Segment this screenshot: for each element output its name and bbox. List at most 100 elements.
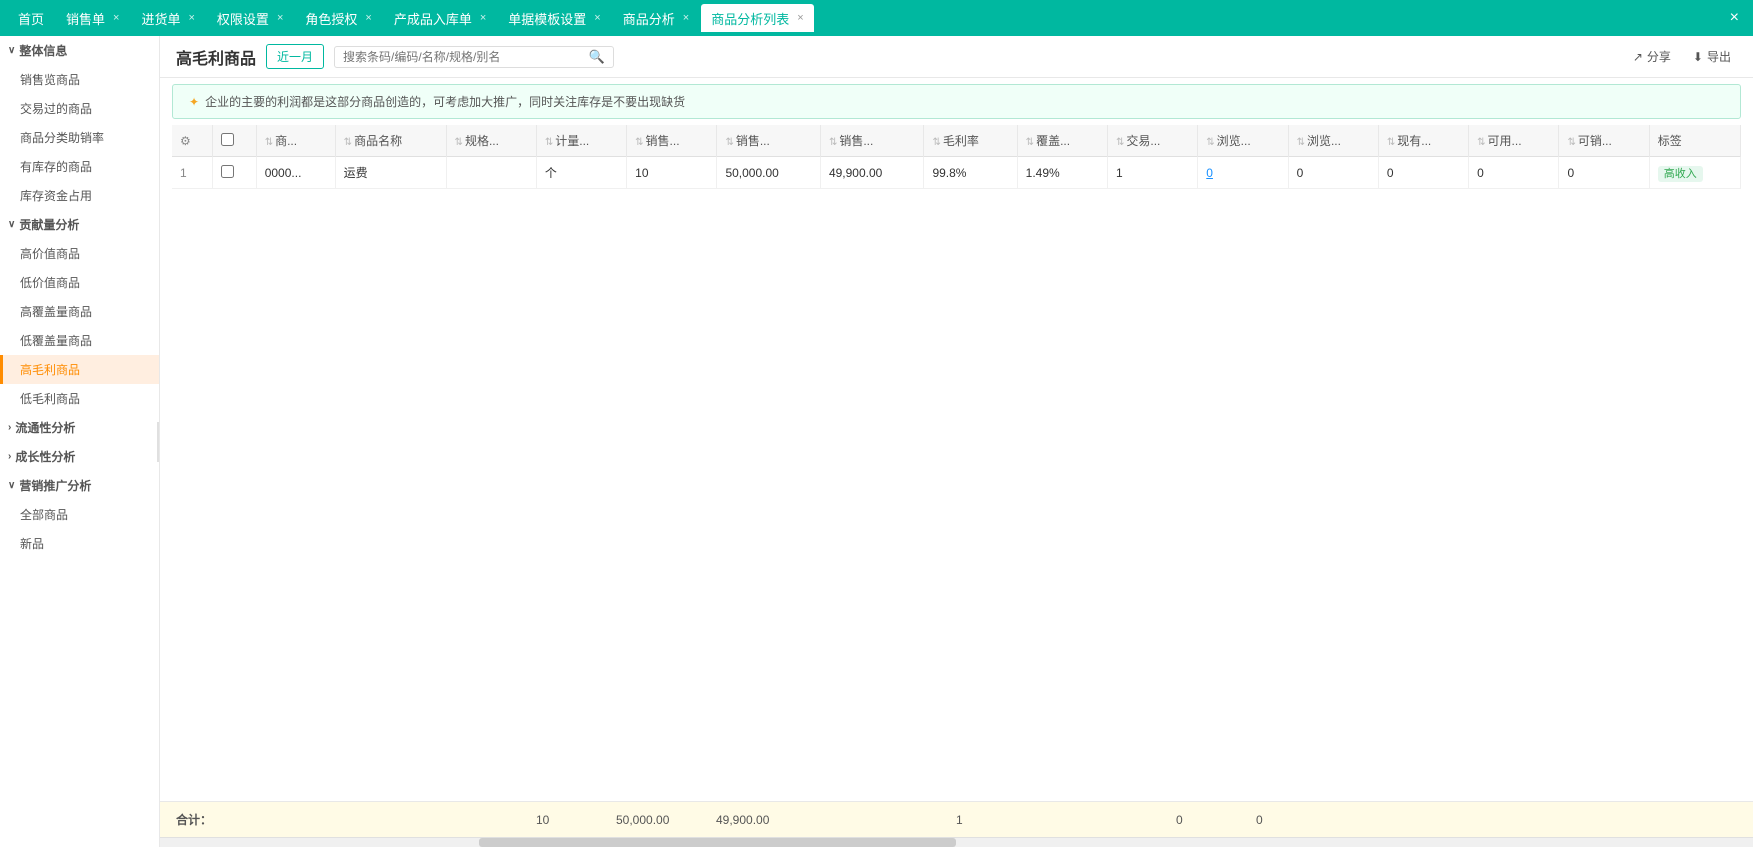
table-row-0: 10000...运费个1050,000.0049,900.0099.8%1.49… [172, 157, 1741, 189]
col-header-15[interactable]: ⇅可用... [1469, 125, 1559, 157]
sidebar-item-1-3[interactable]: 低覆盖量商品 [0, 326, 159, 355]
sort-icon-7: ⇅ [725, 137, 733, 148]
sort-icon-3: ⇅ [344, 137, 352, 148]
tag-badge: 高收入 [1658, 166, 1703, 182]
row-checkbox-input[interactable] [221, 165, 234, 178]
col-header-17: 标签 [1649, 125, 1740, 157]
footer-sales3: 49,900.00 [716, 813, 816, 827]
row-sales1: 10 [627, 157, 717, 189]
footer-total-row: 合计： 10 50,000.00 49,900.00 1 0 0 [160, 801, 1753, 837]
section-arrow-icon-2: › [8, 422, 11, 433]
nav-item-8[interactable]: 商品分析列表× [701, 4, 813, 32]
export-button[interactable]: ⬇ 导出 [1687, 45, 1737, 68]
sidebar-collapse-button[interactable]: « [157, 422, 160, 462]
nav-close-icon-6[interactable]: × [594, 12, 600, 24]
nav-item-2[interactable]: 进货单× [131, 4, 204, 32]
col-header-3[interactable]: ⇅商品名称 [335, 125, 446, 157]
nav-close-icon-5[interactable]: × [480, 12, 486, 24]
col-header-12[interactable]: ⇅浏览... [1198, 125, 1288, 157]
sidebar-item-1-5[interactable]: 低毛利商品 [0, 384, 159, 413]
nav-close-icon-1[interactable]: × [113, 12, 119, 24]
sidebar-section-title-4[interactable]: ∨营销推广分析 [0, 471, 159, 500]
footer-current: 0 [1176, 813, 1256, 827]
sidebar-item-1-0[interactable]: 高价值商品 [0, 239, 159, 268]
nav-item-5[interactable]: 产成品入库单× [384, 4, 496, 32]
row-unit: 个 [536, 157, 626, 189]
sidebar-section-title-1[interactable]: ∨贡献量分析 [0, 210, 159, 239]
col-header-2[interactable]: ⇅商... [256, 125, 335, 157]
col-header-0: ⚙ [172, 125, 212, 157]
settings-icon[interactable]: ⚙ [180, 134, 191, 148]
row-spec [446, 157, 536, 189]
row-code: 0000... [256, 157, 335, 189]
select-all-checkbox[interactable] [221, 133, 234, 146]
col-header-16[interactable]: ⇅可销... [1559, 125, 1649, 157]
sort-icon-5: ⇅ [545, 137, 553, 148]
col-header-11[interactable]: ⇅交易... [1107, 125, 1197, 157]
nav-item-7[interactable]: 商品分析× [613, 4, 699, 32]
sidebar-item-4-0[interactable]: 全部商品 [0, 500, 159, 529]
sidebar-item-0-1[interactable]: 交易过的商品 [0, 94, 159, 123]
info-tip: ✦ 企业的主要的利润都是这部分商品创造的，可考虑加大推广，同时关注库存是不要出现… [172, 84, 1741, 119]
section-title-label-2: 流通性分析 [15, 419, 75, 436]
footer-sales2: 50,000.00 [616, 813, 716, 827]
sidebar-item-4-1[interactable]: 新品 [0, 529, 159, 558]
search-input[interactable] [343, 50, 589, 64]
sidebar-item-0-0[interactable]: 销售览商品 [0, 65, 159, 94]
row-checkbox[interactable] [212, 157, 256, 189]
col-header-4[interactable]: ⇅规格... [446, 125, 536, 157]
col-header-13[interactable]: ⇅浏览... [1288, 125, 1378, 157]
link-cell[interactable]: 0 [1206, 166, 1213, 180]
footer-sales1: 10 [536, 813, 616, 827]
col-header-7[interactable]: ⇅销售... [717, 125, 821, 157]
sidebar-section-title-2[interactable]: › 流通性分析 [0, 413, 159, 442]
content-area: 高毛利商品 近一月 🔍 ↗ 分享 ⬇ 导出 ✦ 企业的主要的利润都是这部分商品创… [160, 36, 1753, 847]
nav-item-4[interactable]: 角色授权× [295, 4, 381, 32]
nav-close-icon-7[interactable]: × [683, 12, 689, 24]
nav-item-0[interactable]: 首页 [8, 4, 54, 32]
col-header-6[interactable]: ⇅销售... [627, 125, 717, 157]
nav-close-icon-8[interactable]: × [797, 12, 803, 24]
content-header: 高毛利商品 近一月 🔍 ↗ 分享 ⬇ 导出 [160, 36, 1753, 78]
total-label: 合计： [176, 811, 256, 828]
sidebar-item-1-4[interactable]: 高毛利商品 [0, 355, 159, 384]
horizontal-scrollbar[interactable] [160, 837, 1753, 847]
col-header-8[interactable]: ⇅销售... [820, 125, 924, 157]
nav-close-icon-3[interactable]: × [277, 12, 283, 24]
section-arrow-icon-1: ∨ [8, 219, 15, 230]
data-table-wrap: ⚙⇅商...⇅商品名称⇅规格...⇅计量...⇅销售...⇅销售...⇅销售..… [160, 125, 1753, 801]
sidebar-section-2: › 流通性分析 [0, 413, 159, 442]
row-saleable: 0 [1559, 157, 1649, 189]
sidebar-item-1-2[interactable]: 高覆盖量商品 [0, 297, 159, 326]
col-header-9[interactable]: ⇅毛利率 [924, 125, 1017, 157]
row-browse1[interactable]: 0 [1198, 157, 1288, 189]
sidebar-item-0-3[interactable]: 有库存的商品 [0, 152, 159, 181]
sidebar-item-1-1[interactable]: 低价值商品 [0, 268, 159, 297]
row-index: 1 [172, 157, 212, 189]
nav-close-icon-2[interactable]: × [188, 12, 194, 24]
sidebar-section-title-3[interactable]: › 成长性分析 [0, 442, 159, 471]
row-available: 0 [1469, 157, 1559, 189]
sidebar-section-title-0[interactable]: ∨整体信息 [0, 36, 159, 65]
filter-period-button[interactable]: 近一月 [266, 44, 324, 69]
share-button[interactable]: ↗ 分享 [1627, 45, 1677, 68]
nav-item-3[interactable]: 权限设置× [207, 4, 293, 32]
nav-item-1[interactable]: 销售单× [56, 4, 129, 32]
sort-icon-12: ⇅ [1206, 137, 1214, 148]
col-header-10[interactable]: ⇅覆盖... [1017, 125, 1107, 157]
sort-icon-11: ⇅ [1116, 137, 1124, 148]
sidebar-item-0-2[interactable]: 商品分类助销率 [0, 123, 159, 152]
nav-close-icon-4[interactable]: × [365, 12, 371, 24]
col-header-5[interactable]: ⇅计量... [536, 125, 626, 157]
section-title-label-0: 整体信息 [19, 42, 67, 59]
row-browse2: 0 [1288, 157, 1378, 189]
section-title-label-3: 成长性分析 [15, 448, 75, 465]
row-coverage: 1.49% [1017, 157, 1107, 189]
col-header-14[interactable]: ⇅现有... [1378, 125, 1468, 157]
nav-item-6[interactable]: 单据模板设置× [498, 4, 610, 32]
window-close-button[interactable]: × [1724, 9, 1745, 27]
row-sales3: 49,900.00 [820, 157, 924, 189]
section-arrow-icon-3: › [8, 451, 11, 462]
sidebar-item-0-4[interactable]: 库存资金占用 [0, 181, 159, 210]
row-tag: 高收入 [1649, 157, 1740, 189]
